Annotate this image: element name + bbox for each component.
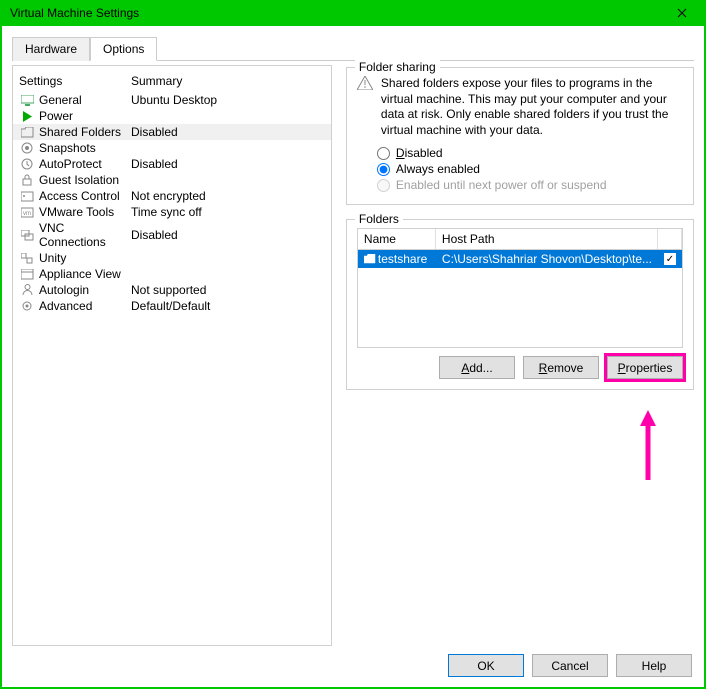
cell-name: testshare: [358, 250, 436, 268]
right-panel: Folder sharing Shared folders expose you…: [346, 65, 694, 646]
table-row[interactable]: testshare C:\Users\Shahriar Shovon\Deskt…: [358, 250, 682, 268]
setting-label: General: [39, 93, 131, 107]
window-title: Virtual Machine Settings: [10, 6, 662, 20]
setting-summary: Not encrypted: [131, 189, 206, 203]
setting-label: Autologin: [39, 283, 131, 297]
radio-disabled-input[interactable]: [377, 147, 390, 160]
radio-always-label: Always enabled: [396, 162, 480, 176]
radio-always-input[interactable]: [377, 163, 390, 176]
setting-autoprotect[interactable]: AutoProtect Disabled: [13, 156, 331, 172]
cell-name-text: testshare: [378, 252, 427, 266]
cell-path: C:\Users\Shahriar Shovon\Desktop\te...: [436, 250, 658, 268]
setting-summary: Ubuntu Desktop: [131, 93, 217, 107]
setting-label: Access Control: [39, 189, 131, 203]
setting-access-control[interactable]: Access Control Not encrypted: [13, 188, 331, 204]
user-icon: [19, 283, 35, 297]
setting-vmware-tools[interactable]: vm VMware Tools Time sync off: [13, 204, 331, 220]
unity-icon: [19, 251, 35, 265]
svg-text:vm: vm: [23, 211, 31, 217]
folders-table: Name Host Path testshare C:\Users\Shahri…: [357, 228, 683, 348]
setting-summary: Not supported: [131, 283, 206, 297]
col-name[interactable]: Name: [358, 229, 436, 249]
setting-label: Power: [39, 109, 131, 123]
folder-icon: [19, 125, 35, 139]
snapshot-icon: [19, 141, 35, 155]
lock-icon: [19, 173, 35, 187]
setting-power[interactable]: Power: [13, 108, 331, 124]
setting-summary: Disabled: [131, 125, 178, 139]
setting-general[interactable]: General Ubuntu Desktop: [13, 92, 331, 108]
dialog-buttons: OK Cancel Help: [12, 646, 694, 679]
cancel-button[interactable]: Cancel: [532, 654, 608, 677]
gear-icon: [19, 299, 35, 313]
help-button[interactable]: Help: [616, 654, 692, 677]
tab-options[interactable]: Options: [90, 37, 157, 61]
tools-icon: vm: [19, 205, 35, 219]
remove-button[interactable]: Remove: [523, 356, 599, 379]
radio-until-input: [377, 179, 390, 192]
summary-col-header: Summary: [131, 74, 182, 88]
setting-vnc[interactable]: VNC Connections Disabled: [13, 220, 331, 250]
setting-summary: Time sync off: [131, 205, 202, 219]
setting-summary: Default/Default: [131, 299, 210, 313]
col-path[interactable]: Host Path: [436, 229, 658, 249]
cell-check[interactable]: ✓: [658, 251, 682, 267]
setting-advanced[interactable]: Advanced Default/Default: [13, 298, 331, 314]
setting-label: Appliance View: [39, 267, 131, 281]
settings-list: Settings Summary General Ubuntu Desktop …: [12, 65, 332, 646]
tab-hardware[interactable]: Hardware: [12, 37, 90, 61]
window-body: Hardware Options Settings Summary Genera…: [0, 26, 706, 689]
key-icon: [19, 189, 35, 203]
add-button[interactable]: Add...: [439, 356, 515, 379]
folders-group: Folders Name Host Path testshare C:\User…: [346, 219, 694, 390]
settings-header: Settings Summary: [13, 70, 331, 92]
titlebar: Virtual Machine Settings: [0, 0, 706, 26]
setting-label: Guest Isolation: [39, 173, 131, 187]
setting-label: Snapshots: [39, 141, 131, 155]
setting-shared-folders[interactable]: Shared Folders Disabled: [13, 124, 331, 140]
setting-guest-isolation[interactable]: Guest Isolation: [13, 172, 331, 188]
settings-col-header: Settings: [19, 74, 131, 88]
properties-button[interactable]: Properties: [607, 356, 683, 379]
folder-sharing-group: Folder sharing Shared folders expose you…: [346, 67, 694, 205]
setting-unity[interactable]: Unity: [13, 250, 331, 266]
setting-label: AutoProtect: [39, 157, 131, 171]
setting-snapshots[interactable]: Snapshots: [13, 140, 331, 156]
setting-label: Advanced: [39, 299, 131, 313]
setting-label: Unity: [39, 251, 131, 265]
radio-disabled-label: Disabled: [396, 146, 443, 160]
radio-until: Enabled until next power off or suspend: [377, 178, 683, 192]
clock-icon: [19, 157, 35, 171]
folders-buttons: Add... Remove Properties: [357, 356, 683, 379]
col-check: [658, 229, 682, 249]
folder-sharing-legend: Folder sharing: [355, 60, 440, 74]
monitor-icon: [19, 93, 35, 107]
setting-label: VNC Connections: [39, 221, 131, 249]
vnc-icon: [19, 228, 35, 242]
tabs: Hardware Options: [12, 36, 694, 61]
setting-summary: Disabled: [131, 157, 178, 171]
ok-button[interactable]: OK: [448, 654, 524, 677]
content: Settings Summary General Ubuntu Desktop …: [12, 65, 694, 646]
play-icon: [19, 109, 35, 123]
folder-small-icon: [364, 254, 376, 264]
radio-disabled[interactable]: Disabled: [377, 146, 683, 160]
close-icon: [677, 8, 687, 18]
setting-summary: Disabled: [131, 228, 178, 242]
warning-icon: [357, 76, 373, 138]
setting-label: VMware Tools: [39, 205, 131, 219]
radio-until-label: Enabled until next power off or suspend: [396, 178, 607, 192]
warning-row: Shared folders expose your files to prog…: [357, 76, 683, 138]
table-header: Name Host Path: [358, 229, 682, 250]
setting-autologin[interactable]: Autologin Not supported: [13, 282, 331, 298]
setting-appliance-view[interactable]: Appliance View: [13, 266, 331, 282]
appliance-icon: [19, 267, 35, 281]
warning-text: Shared folders expose your files to prog…: [381, 76, 683, 138]
folders-legend: Folders: [355, 212, 403, 226]
setting-label: Shared Folders: [39, 125, 131, 139]
radio-always[interactable]: Always enabled: [377, 162, 683, 176]
close-button[interactable]: [662, 2, 702, 24]
